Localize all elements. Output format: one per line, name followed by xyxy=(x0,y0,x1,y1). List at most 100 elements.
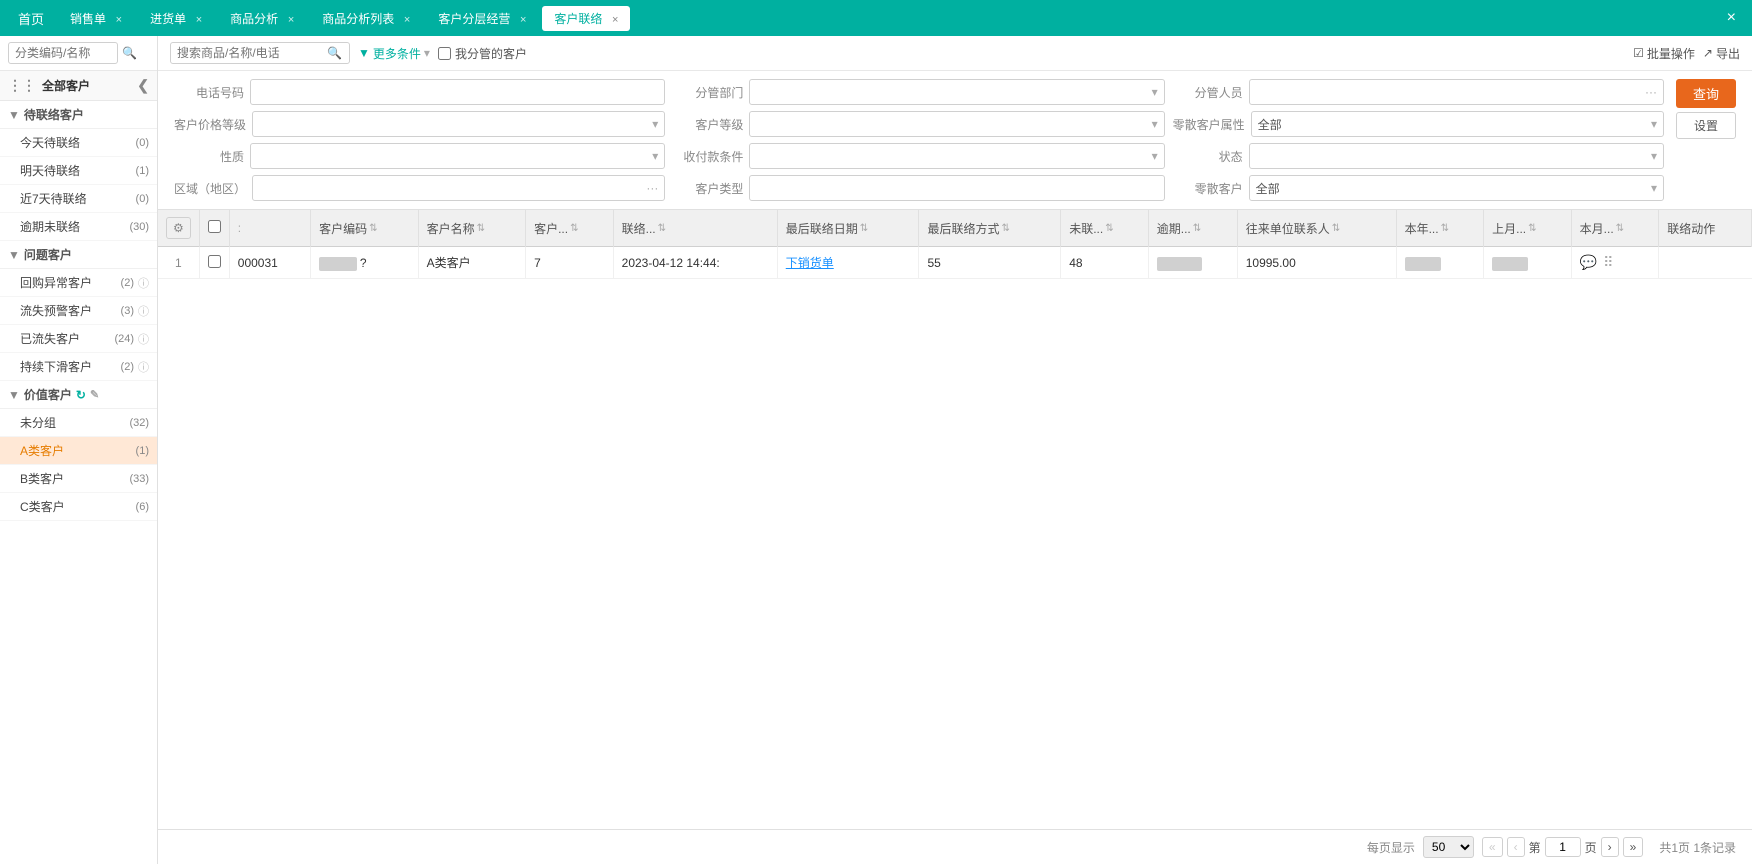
th-last-month[interactable]: 上月... ⇅ xyxy=(1484,210,1572,247)
select-payment[interactable]: ▾ xyxy=(749,143,1164,169)
per-page-select[interactable]: 50 100 200 xyxy=(1423,836,1474,858)
section-arrow: ▼ xyxy=(8,108,20,122)
select-all-checkbox[interactable] xyxy=(208,220,221,233)
th-unit-contact[interactable]: 往来单位联系人 ⇅ xyxy=(1237,210,1396,247)
section-problem-label: 问题客户 xyxy=(24,246,72,263)
row-checkbox[interactable] xyxy=(208,255,221,268)
chevron-down-icon-status: ▾ xyxy=(1651,149,1657,163)
label-customer-level: 客户等级 xyxy=(673,116,743,133)
filter-bar: 🔍 ▼ 更多条件 ▾ 我分管的客户 ☑ 批量操作 ↗ 导出 xyxy=(158,36,1752,71)
select-price-level[interactable]: ▾ xyxy=(252,111,665,137)
section-arrow-problem: ▼ xyxy=(8,248,20,262)
nav-home[interactable]: 首页 xyxy=(8,5,54,32)
th-overdue[interactable]: 逾期... ⇅ xyxy=(1148,210,1237,247)
select-nature[interactable]: ▾ xyxy=(250,143,665,169)
filter-icon: ▼ xyxy=(358,46,370,60)
page-input[interactable] xyxy=(1545,837,1581,857)
th-customer-code[interactable]: 客户编码 ⇅ xyxy=(311,210,419,247)
select-scatter-customer[interactable]: 全部 ▾ xyxy=(1249,175,1664,201)
th-no-contact-days[interactable]: 未联... ⇅ xyxy=(1061,210,1149,247)
first-page-button[interactable]: « xyxy=(1482,837,1503,857)
section-problem-customers[interactable]: ▼ 问题客户 xyxy=(0,241,157,269)
export-button[interactable]: ↗ 导出 xyxy=(1703,45,1740,62)
sidebar-item-class-a[interactable]: A类客户 (1) xyxy=(0,437,157,465)
sidebar-item-repurchase-abnormal[interactable]: 回购异常客户 (2) ⓘ xyxy=(0,269,157,297)
label-manager: 分管人员 xyxy=(1173,84,1243,101)
filter-row-3: 性质 ▾ 收付款条件 ▾ xyxy=(174,143,1664,169)
close-tab-purchase[interactable]: × xyxy=(196,14,202,26)
collapse-sidebar-button[interactable]: ❮ xyxy=(137,77,149,94)
pagination: 每页显示 50 100 200 « ‹ 第 页 › » 共1页 1条记录 xyxy=(158,829,1752,864)
prev-page-button[interactable]: ‹ xyxy=(1507,837,1525,857)
th-last-contact-method[interactable]: 最后联络方式 ⇅ xyxy=(919,210,1061,247)
refresh-icon[interactable]: ↻ xyxy=(76,388,86,402)
sidebar-item-churned[interactable]: 已流失客户 (24) ⓘ xyxy=(0,325,157,353)
close-tab-sales[interactable]: × xyxy=(116,14,122,26)
query-button[interactable]: 查询 xyxy=(1676,79,1736,108)
batch-op-button[interactable]: ☑ 批量操作 xyxy=(1633,45,1695,62)
cell-unit-contact: RE . xyxy=(1148,247,1237,279)
th-this-month[interactable]: 本月... ⇅ xyxy=(1571,210,1659,247)
nav-tab-sales[interactable]: 销售单 × xyxy=(58,6,134,31)
th-contact-count[interactable]: 联络... ⇅ xyxy=(613,210,777,247)
sidebar-item-unclassified[interactable]: 未分组 (32) xyxy=(0,409,157,437)
th-this-year[interactable]: 本年... ⇅ xyxy=(1396,210,1484,247)
close-tab-customer-contact[interactable]: × xyxy=(612,14,618,26)
sidebar-search-input[interactable] xyxy=(8,42,118,64)
field-customer-type: 客户类型 xyxy=(673,175,1164,201)
label-nature: 性质 xyxy=(174,148,244,165)
cell-customer-name: Ea ? xyxy=(311,247,419,279)
input-phone[interactable] xyxy=(250,79,665,105)
table-settings-button[interactable]: ⚙ xyxy=(166,217,191,239)
sidebar-item-churn-warning[interactable]: 流失预警客户 (3) ⓘ xyxy=(0,297,157,325)
last-page-button[interactable]: » xyxy=(1623,837,1644,857)
select-scatter-attr[interactable]: 全部 ▾ xyxy=(1251,111,1664,137)
select-dept[interactable]: ▾ xyxy=(749,79,1164,105)
input-customer-type[interactable] xyxy=(749,175,1164,201)
export-icon: ↗ xyxy=(1703,46,1713,60)
settings-button[interactable]: 设置 xyxy=(1676,112,1736,139)
sidebar-item-class-b[interactable]: B类客户 (33) xyxy=(0,465,157,493)
sidebar-item-overdue-contact[interactable]: 逾期未联络 (30) xyxy=(0,213,157,241)
label-phone: 电话号码 xyxy=(174,84,244,101)
more-conditions-button[interactable]: ▼ 更多条件 ▾ xyxy=(358,45,430,62)
input-region[interactable]: ··· xyxy=(252,175,665,201)
select-status[interactable]: ▾ xyxy=(1249,143,1664,169)
nav-tab-purchase[interactable]: 进货单 × xyxy=(138,6,214,31)
qr-icon[interactable]: ⠿ xyxy=(1603,254,1613,271)
filter-search-input[interactable] xyxy=(177,46,327,60)
cell-this-year: 10995.00 xyxy=(1237,247,1396,279)
ellipsis-icon-region: ··· xyxy=(646,181,658,195)
th-last-contact-date[interactable]: 最后联络日期 ⇅ xyxy=(777,210,919,247)
nav-tab-analysis[interactable]: 商品分析 × xyxy=(218,6,306,31)
close-all-button[interactable]: × xyxy=(1719,9,1744,27)
section-pending-contact[interactable]: ▼ 待联络客户 xyxy=(0,101,157,129)
close-tab-analysis[interactable]: × xyxy=(288,14,294,26)
nav-tab-customer-tier[interactable]: 客户分层经营 × xyxy=(426,6,538,31)
nav-tab-customer-contact[interactable]: 客户联络 × xyxy=(542,6,630,31)
all-customers-header[interactable]: ⋮⋮ 全部客户 ❮ xyxy=(0,71,157,101)
th-customer-name[interactable]: 客户名称 ⇅ xyxy=(418,210,526,247)
input-manager[interactable]: ··· xyxy=(1249,79,1664,105)
th-settings: ⚙ xyxy=(158,210,199,247)
close-tab-analysis-list[interactable]: × xyxy=(404,14,410,26)
sidebar-item-declining[interactable]: 持续下滑客户 (2) ⓘ xyxy=(0,353,157,381)
th-seq: : xyxy=(229,210,310,247)
section-value-customers[interactable]: ▼ 价值客户 ↻ ✎ xyxy=(0,381,157,409)
cell-overdue: 48 xyxy=(1061,247,1149,279)
sidebar-item-tomorrow-contact[interactable]: 明天待联络 (1) xyxy=(0,157,157,185)
sidebar-item-class-c[interactable]: C类客户 (6) xyxy=(0,493,157,521)
edit-icon[interactable]: ✎ xyxy=(90,388,99,401)
sidebar-search-button[interactable]: 🔍 xyxy=(118,44,141,62)
total-info: 共1页 1条记录 xyxy=(1659,839,1736,856)
contact-method-link[interactable]: 下销货单 xyxy=(786,256,834,270)
select-customer-level[interactable]: ▾ xyxy=(749,111,1164,137)
my-customers-checkbox[interactable] xyxy=(438,47,451,60)
close-tab-customer-tier[interactable]: × xyxy=(520,14,526,26)
sidebar-item-7days-contact[interactable]: 近7天待联络 (0) xyxy=(0,185,157,213)
th-customer-type[interactable]: 客户... ⇅ xyxy=(526,210,614,247)
nav-tab-analysis-list[interactable]: 商品分析列表 × xyxy=(310,6,422,31)
next-page-button[interactable]: › xyxy=(1601,837,1619,857)
message-icon[interactable]: 💬 xyxy=(1580,254,1597,271)
sidebar-item-today-contact[interactable]: 今天待联络 (0) xyxy=(0,129,157,157)
